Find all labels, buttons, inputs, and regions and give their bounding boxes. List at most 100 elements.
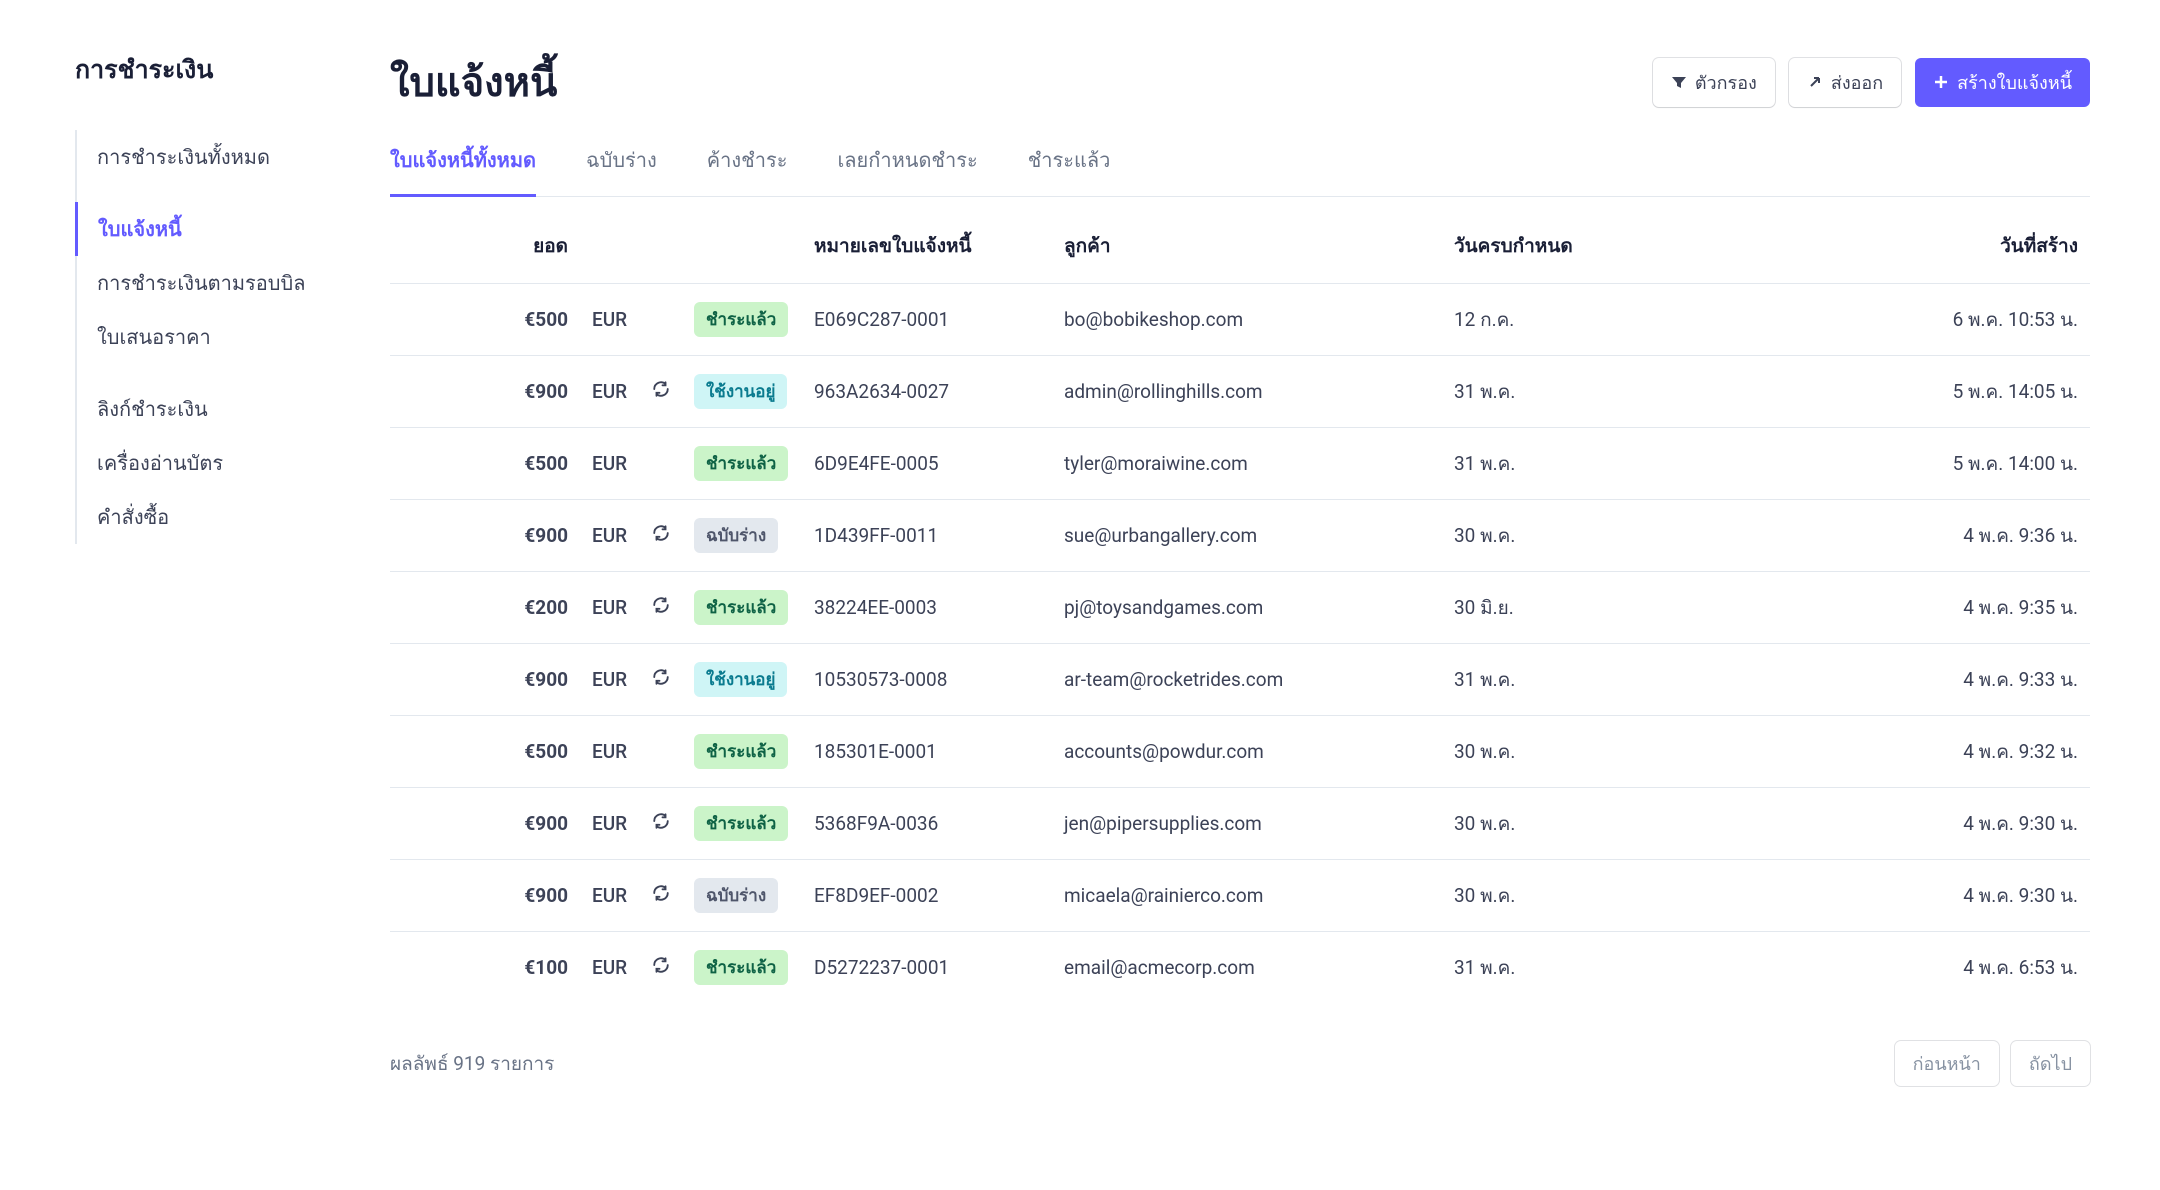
table-row[interactable]: €500EURชำระแล้ว6D9E4FE-0005tyler@moraiwi… xyxy=(390,428,2090,500)
sidebar-item-4[interactable]: ลิงก์ชำระเงิน xyxy=(75,382,380,436)
status-badge: ชำระแล้ว xyxy=(694,734,788,769)
cell-customer: bo@bobikeshop.com xyxy=(1052,284,1442,356)
sidebar-item-6[interactable]: คำสั่งซื้อ xyxy=(75,490,380,544)
cell-created: 4 พ.ค. 9:33 น. xyxy=(1672,644,2090,716)
th-currency xyxy=(580,207,640,284)
sidebar-spacer xyxy=(77,364,380,382)
table-row[interactable]: €900EURใช้งานอยู่10530573-0008ar-team@ro… xyxy=(390,644,2090,716)
cell-created: 5 พ.ค. 14:00 น. xyxy=(1672,428,2090,500)
sidebar-item-3[interactable]: ใบเสนอราคา xyxy=(75,310,380,364)
sidebar-spacer xyxy=(77,184,380,202)
plus-icon xyxy=(1933,74,1949,90)
cell-due: 30 พ.ค. xyxy=(1442,500,1672,572)
cell-currency: EUR xyxy=(580,860,640,932)
th-created[interactable]: วันที่สร้าง xyxy=(1672,207,2090,284)
cell-status: ชำระแล้ว xyxy=(682,284,802,356)
table-row[interactable]: €900EURชำระแล้ว5368F9A-0036jen@pipersupp… xyxy=(390,788,2090,860)
cell-created: 4 พ.ค. 9:35 น. xyxy=(1672,572,2090,644)
sidebar: การชำระเงิน การชำระเงินทั้งหมดใบแจ้งหนี้… xyxy=(70,50,380,1086)
cell-created: 4 พ.ค. 9:36 น. xyxy=(1672,500,2090,572)
cell-recurring xyxy=(640,284,682,356)
export-icon xyxy=(1807,74,1823,90)
cell-invoice: 10530573-0008 xyxy=(802,644,1052,716)
cell-recurring xyxy=(640,860,682,932)
prev-page-button[interactable]: ก่อนหน้า xyxy=(1895,1041,1999,1086)
cell-currency: EUR xyxy=(580,284,640,356)
status-badge: ชำระแล้ว xyxy=(694,446,788,481)
status-badge: ฉบับร่าง xyxy=(694,518,778,553)
main-content: ใบแจ้งหนี้ ตัวกรอง ส่งออก xyxy=(390,50,2090,1086)
table-row[interactable]: €100EURชำระแล้วD5272237-0001email@acmeco… xyxy=(390,932,2090,1004)
cell-status: ชำระแล้ว xyxy=(682,428,802,500)
cell-currency: EUR xyxy=(580,500,640,572)
cell-amount: €500 xyxy=(390,428,580,500)
cell-status: ชำระแล้ว xyxy=(682,572,802,644)
sidebar-item-0[interactable]: การชำระเงินทั้งหมด xyxy=(75,130,380,184)
cell-due: 30 มิ.ย. xyxy=(1442,572,1672,644)
result-count: ผลลัพธ์ 919 รายการ xyxy=(390,1049,554,1079)
cell-amount: €900 xyxy=(390,500,580,572)
status-badge: ใช้งานอยู่ xyxy=(694,374,787,409)
recurring-icon xyxy=(652,668,670,686)
cell-due: 31 พ.ค. xyxy=(1442,932,1672,1004)
cell-status: ชำระแล้ว xyxy=(682,932,802,1004)
th-due[interactable]: วันครบกำหนด xyxy=(1442,207,1672,284)
cell-created: 4 พ.ค. 9:30 น. xyxy=(1672,788,2090,860)
tab-1[interactable]: ฉบับร่าง xyxy=(586,144,657,197)
table-row[interactable]: €500EURชำระแล้ว185301E-0001accounts@powd… xyxy=(390,716,2090,788)
export-button[interactable]: ส่งออก xyxy=(1789,58,1901,107)
tab-3[interactable]: เลยกำหนดชำระ xyxy=(837,144,977,197)
cell-invoice: E069C287-0001 xyxy=(802,284,1052,356)
cell-customer: micaela@rainierco.com xyxy=(1052,860,1442,932)
tab-4[interactable]: ชำระแล้ว xyxy=(1028,144,1111,197)
filter-button[interactable]: ตัวกรอง xyxy=(1653,58,1775,107)
cell-amount: €100 xyxy=(390,932,580,1004)
cell-amount: €900 xyxy=(390,860,580,932)
next-page-button[interactable]: ถัดไป xyxy=(2011,1041,2090,1086)
th-invoice[interactable]: หมายเลขใบแจ้งหนี้ xyxy=(802,207,1052,284)
filter-icon xyxy=(1671,74,1687,90)
create-invoice-button[interactable]: สร้างใบแจ้งหนี้ xyxy=(1915,58,2090,107)
th-status xyxy=(682,207,802,284)
cell-customer: admin@rollinghills.com xyxy=(1052,356,1442,428)
status-badge: ฉบับร่าง xyxy=(694,878,778,913)
cell-created: 4 พ.ค. 9:32 น. xyxy=(1672,716,2090,788)
cell-recurring xyxy=(640,500,682,572)
cell-recurring xyxy=(640,428,682,500)
cell-created: 4 พ.ค. 9:30 น. xyxy=(1672,860,2090,932)
cell-recurring xyxy=(640,644,682,716)
sidebar-item-5[interactable]: เครื่องอ่านบัตร xyxy=(75,436,380,490)
recurring-icon xyxy=(652,884,670,902)
th-amount[interactable]: ยอด xyxy=(390,207,580,284)
cell-status: ฉบับร่าง xyxy=(682,860,802,932)
pagination: ก่อนหน้า ถัดไป xyxy=(1895,1041,2090,1086)
table-row[interactable]: €200EURชำระแล้ว38224EE-0003pj@toysandgam… xyxy=(390,572,2090,644)
status-badge: ชำระแล้ว xyxy=(694,950,788,985)
page-title: ใบแจ้งหนี้ xyxy=(390,50,557,114)
cell-due: 30 พ.ค. xyxy=(1442,788,1672,860)
table-row[interactable]: €900EURใช้งานอยู่963A2634-0027admin@roll… xyxy=(390,356,2090,428)
th-recurring xyxy=(640,207,682,284)
table-row[interactable]: €900EURฉบับร่าง1D439FF-0011sue@urbangall… xyxy=(390,500,2090,572)
cell-due: 30 พ.ค. xyxy=(1442,860,1672,932)
cell-amount: €200 xyxy=(390,572,580,644)
recurring-icon xyxy=(652,596,670,614)
table-row[interactable]: €900EUR ฉบับร่าง EF8D9EF-0002micaela@raini… xyxy=(390,860,2090,932)
tab-2[interactable]: ค้างชำระ xyxy=(707,144,788,197)
cell-invoice: EF8D9EF-0002 xyxy=(802,860,1052,932)
table-row[interactable]: €500EUR ชำระแล้วE069C287-0001bo@bobikesho… xyxy=(390,284,2090,356)
cell-status: ใช้งานอยู่ xyxy=(682,356,802,428)
cell-currency: EUR xyxy=(580,932,640,1004)
sidebar-item-2[interactable]: การชำระเงินตามรอบบิล xyxy=(75,256,380,310)
cell-recurring xyxy=(640,716,682,788)
status-badge: ใช้งานอยู่ xyxy=(694,662,787,697)
sidebar-item-1[interactable]: ใบแจ้งหนี้ xyxy=(75,202,380,256)
cell-invoice: 185301E-0001 xyxy=(802,716,1052,788)
tab-0[interactable]: ใบแจ้งหนี้ทั้งหมด xyxy=(390,144,536,197)
sidebar-title: การชำระเงิน xyxy=(70,50,380,90)
cell-amount: €500 xyxy=(390,284,580,356)
cell-customer: tyler@moraiwine.com xyxy=(1052,428,1442,500)
filter-button-label: ตัวกรอง xyxy=(1695,68,1757,97)
th-customer[interactable]: ลูกค้า xyxy=(1052,207,1442,284)
cell-invoice: 38224EE-0003 xyxy=(802,572,1052,644)
